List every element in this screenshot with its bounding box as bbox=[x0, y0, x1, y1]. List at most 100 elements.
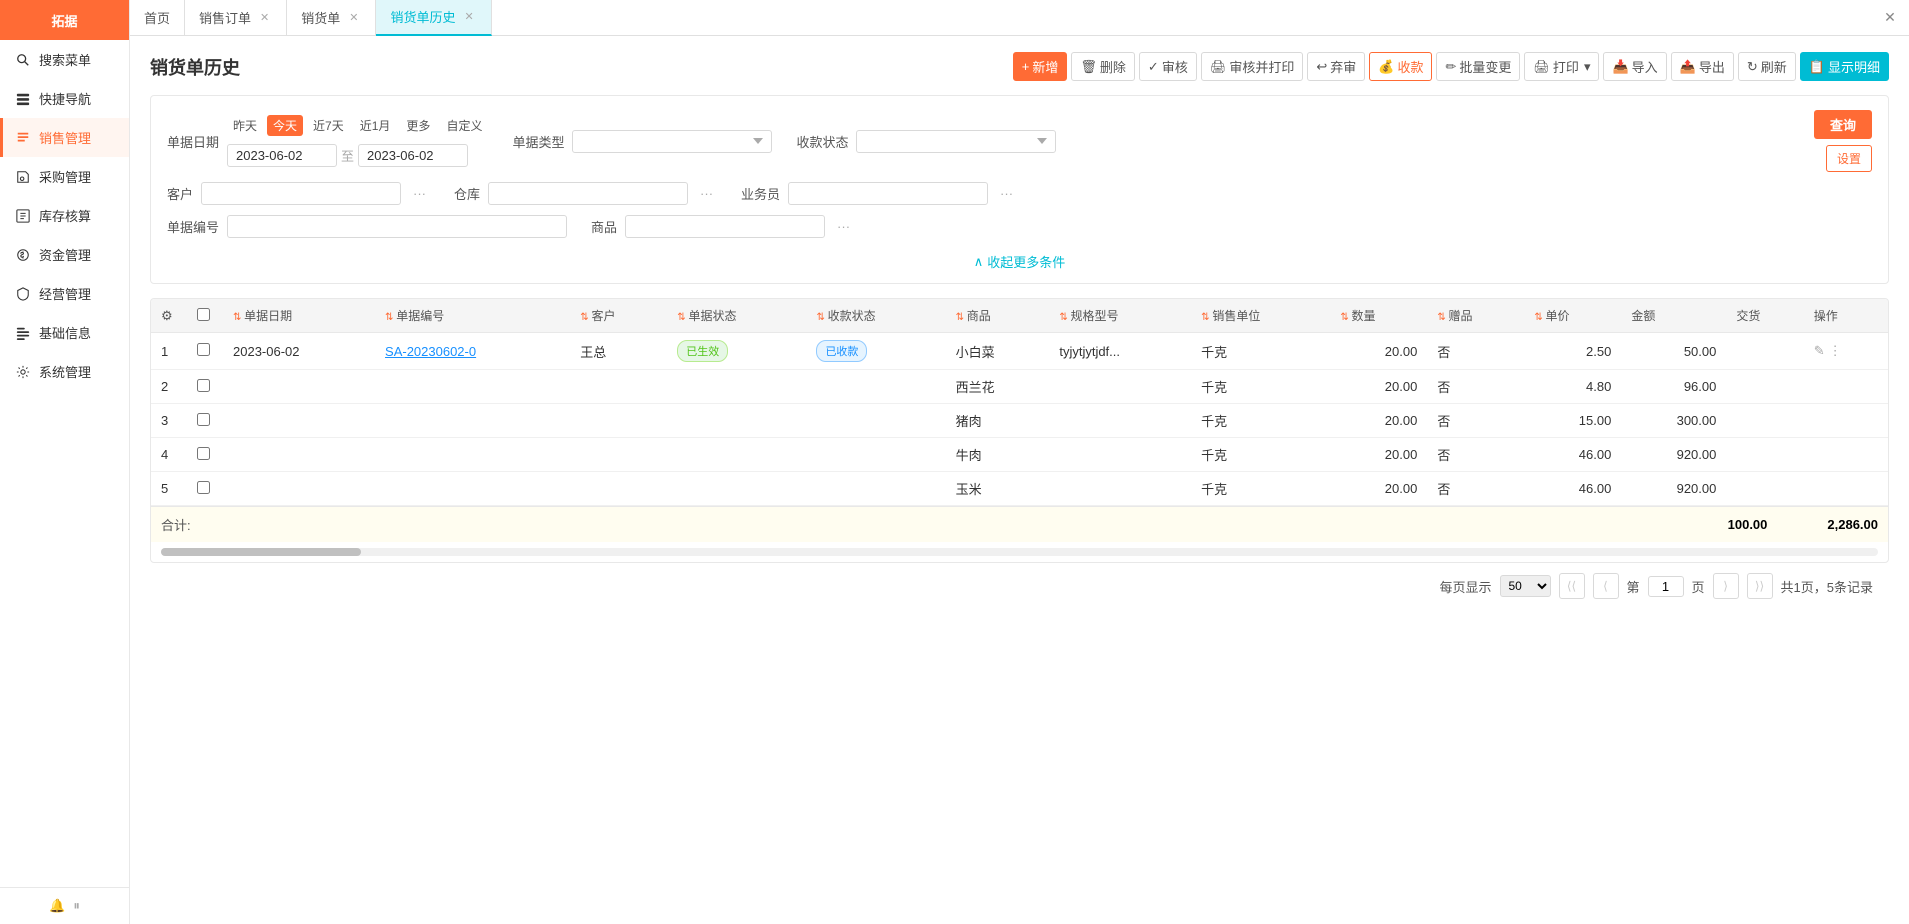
sidebar-item-basic-info[interactable]: 基础信息 bbox=[0, 313, 129, 352]
doc-no-link[interactable]: SA-20230602-0 bbox=[385, 344, 476, 359]
audit-button[interactable]: ✓ 审核 bbox=[1139, 52, 1197, 81]
row-action[interactable] bbox=[1804, 404, 1888, 438]
product-input[interactable] bbox=[625, 215, 825, 238]
page-input[interactable] bbox=[1648, 576, 1684, 597]
sidebar-item-purchase-mgmt[interactable]: 采购管理 bbox=[0, 157, 129, 196]
row-doc-no[interactable] bbox=[375, 472, 570, 506]
gear-icon[interactable]: ⚙ bbox=[161, 308, 173, 323]
shortcut-custom[interactable]: 自定义 bbox=[440, 115, 488, 136]
more-icon[interactable]: ⋮ bbox=[1829, 343, 1842, 358]
row-doc-no[interactable] bbox=[375, 404, 570, 438]
row-checkbox[interactable] bbox=[197, 413, 210, 426]
col-product[interactable]: 商品 bbox=[946, 299, 1050, 333]
row-checkbox[interactable] bbox=[197, 447, 210, 460]
sidebar-item-sales-mgmt[interactable]: 销售管理 bbox=[0, 118, 129, 157]
product-dots[interactable]: ··· bbox=[833, 217, 854, 236]
refresh-button[interactable]: ↻ 刷新 bbox=[1738, 52, 1796, 81]
col-doc-no[interactable]: 单据编号 bbox=[375, 299, 570, 333]
delete-button[interactable]: 🗑 删除 bbox=[1071, 52, 1135, 81]
doc-no-label: 单据编号 bbox=[167, 217, 219, 236]
col-gear[interactable]: ⚙ bbox=[151, 299, 187, 333]
col-qty[interactable]: 数量 bbox=[1330, 299, 1427, 333]
row-check[interactable] bbox=[187, 404, 223, 438]
scrollbar-thumb[interactable] bbox=[161, 548, 361, 556]
row-action[interactable] bbox=[1804, 472, 1888, 506]
sidebar-item-operations[interactable]: 经营管理 bbox=[0, 274, 129, 313]
shortcut-yesterday[interactable]: 昨天 bbox=[227, 115, 263, 136]
import-button[interactable]: 📥 导入 bbox=[1603, 52, 1666, 81]
tab-home[interactable]: 首页 bbox=[130, 0, 185, 36]
col-doc-date[interactable]: 单据日期 bbox=[223, 299, 375, 333]
row-action[interactable] bbox=[1804, 438, 1888, 472]
next-page-button[interactable]: ⟩ bbox=[1713, 573, 1739, 599]
col-gift[interactable]: 赠品 bbox=[1427, 299, 1524, 333]
row-action[interactable]: ✎⋮ bbox=[1804, 333, 1888, 370]
export-button[interactable]: 📤 导出 bbox=[1671, 52, 1734, 81]
sidebar-item-sys-admin[interactable]: 系统管理 bbox=[0, 352, 129, 391]
row-check[interactable] bbox=[187, 472, 223, 506]
last-page-button[interactable]: ⟩⟩ bbox=[1747, 573, 1773, 599]
row-check[interactable] bbox=[187, 438, 223, 472]
settings-button[interactable]: 设置 bbox=[1826, 145, 1872, 172]
row-check[interactable] bbox=[187, 370, 223, 404]
select-all-checkbox[interactable] bbox=[197, 308, 210, 321]
payment-status-select[interactable] bbox=[856, 130, 1056, 153]
tab-sales-history-close[interactable]: ✕ bbox=[462, 9, 477, 24]
date-from-input[interactable] bbox=[227, 144, 337, 167]
sidebar-item-inventory[interactable]: 库存核算 bbox=[0, 196, 129, 235]
audit-print-button[interactable]: 🖨 审核并打印 bbox=[1201, 52, 1304, 81]
sidebar-bottom-icon1[interactable]: 🔔 bbox=[49, 898, 65, 914]
row-checkbox[interactable] bbox=[197, 481, 210, 494]
doc-no-input[interactable] bbox=[227, 215, 567, 238]
col-price[interactable]: 单价 bbox=[1524, 299, 1621, 333]
row-doc-no[interactable] bbox=[375, 370, 570, 404]
collect-button[interactable]: 💰 收款 bbox=[1369, 52, 1432, 81]
add-button[interactable]: + 新增 bbox=[1013, 52, 1068, 81]
col-doc-status[interactable]: 单据状态 bbox=[667, 299, 806, 333]
col-unit[interactable]: 销售单位 bbox=[1191, 299, 1330, 333]
col-payment-status[interactable]: 收款状态 bbox=[806, 299, 945, 333]
edit-icon[interactable]: ✎ bbox=[1814, 343, 1825, 358]
tab-sales-delivery-close[interactable]: ✕ bbox=[346, 10, 361, 25]
row-checkbox[interactable] bbox=[197, 379, 210, 392]
sidebar-bottom-icon2[interactable]: ⏸ bbox=[73, 898, 80, 914]
warehouse-input[interactable] bbox=[488, 182, 688, 205]
shortcut-today[interactable]: 今天 bbox=[267, 115, 303, 136]
salesperson-dots[interactable]: ··· bbox=[996, 184, 1017, 203]
sidebar-item-search-menu[interactable]: 搜索菜单 bbox=[0, 40, 129, 79]
shortcut-more[interactable]: 更多 bbox=[400, 115, 436, 136]
col-spec[interactable]: 规格型号 bbox=[1049, 299, 1191, 333]
tab-sales-order[interactable]: 销售订单 ✕ bbox=[185, 0, 287, 36]
tab-sales-history[interactable]: 销货单历史 ✕ bbox=[376, 0, 491, 36]
col-check[interactable] bbox=[187, 299, 223, 333]
table-scrollbar[interactable] bbox=[151, 542, 1888, 562]
tab-sales-delivery[interactable]: 销货单 ✕ bbox=[287, 0, 376, 36]
page-size-select[interactable]: 50 100 200 bbox=[1500, 575, 1551, 597]
date-to-input[interactable] bbox=[358, 144, 468, 167]
row-checkbox[interactable] bbox=[197, 343, 210, 356]
shortcut-7days[interactable]: 近7天 bbox=[307, 115, 350, 136]
collapse-button[interactable]: ∧ 收起更多条件 bbox=[167, 248, 1872, 275]
prev-page-button[interactable]: ⟨ bbox=[1593, 573, 1619, 599]
show-detail-button[interactable]: 📋 显示明细 bbox=[1800, 52, 1889, 81]
print-button[interactable]: 🖨 打印 ▾ bbox=[1524, 52, 1599, 81]
customer-dots[interactable]: ··· bbox=[409, 184, 430, 203]
query-button[interactable]: 查询 bbox=[1814, 110, 1872, 139]
col-customer[interactable]: 客户 bbox=[570, 299, 667, 333]
row-action[interactable] bbox=[1804, 370, 1888, 404]
row-check[interactable] bbox=[187, 333, 223, 370]
shortcut-1month[interactable]: 近1月 bbox=[354, 115, 397, 136]
discard-button[interactable]: ↩ 弃审 bbox=[1307, 52, 1365, 81]
sidebar-item-quick-nav[interactable]: 快捷导航 bbox=[0, 79, 129, 118]
sidebar-item-finance[interactable]: 资金管理 bbox=[0, 235, 129, 274]
batch-change-button[interactable]: ✏ 批量变更 bbox=[1436, 52, 1520, 81]
salesperson-input[interactable] bbox=[788, 182, 988, 205]
doc-type-select[interactable] bbox=[572, 130, 772, 153]
customer-input[interactable] bbox=[201, 182, 401, 205]
first-page-button[interactable]: ⟨⟨ bbox=[1559, 573, 1585, 599]
warehouse-dots[interactable]: ··· bbox=[696, 184, 717, 203]
tab-bar-close-all[interactable]: ✕ bbox=[1881, 9, 1899, 27]
row-doc-no[interactable]: SA-20230602-0 bbox=[375, 333, 570, 370]
tab-sales-order-close[interactable]: ✕ bbox=[257, 10, 272, 25]
row-doc-no[interactable] bbox=[375, 438, 570, 472]
